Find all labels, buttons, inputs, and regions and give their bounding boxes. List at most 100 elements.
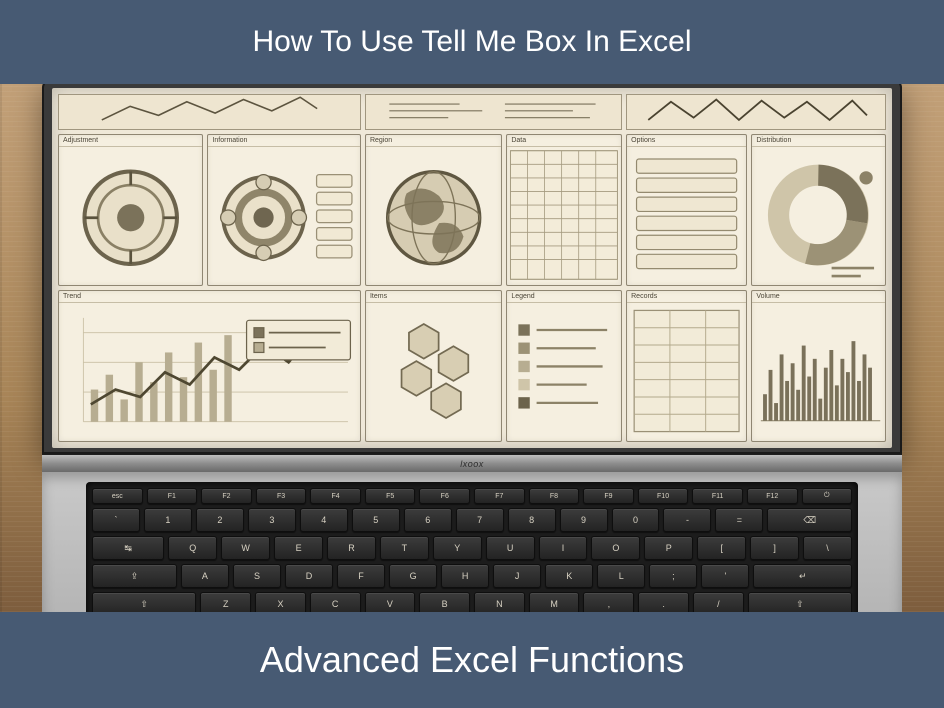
panel-title: Records bbox=[627, 291, 746, 303]
panel-title: Adjustment bbox=[59, 135, 202, 147]
key: F12 bbox=[747, 488, 798, 504]
laptop-hinge: lxᴏᴏx bbox=[42, 454, 902, 472]
panel-title: Trend bbox=[59, 291, 360, 303]
key: F bbox=[337, 564, 385, 588]
panel-title: Region bbox=[366, 135, 501, 147]
key: F5 bbox=[365, 488, 416, 504]
key: 0 bbox=[612, 508, 660, 532]
laptop: Adjustment Information bbox=[42, 84, 902, 612]
bottom-banner-text: Advanced Excel Functions bbox=[260, 639, 684, 681]
panel-title: Information bbox=[208, 135, 360, 147]
panel-title: Legend bbox=[507, 291, 621, 303]
key: 2 bbox=[196, 508, 244, 532]
key: Y bbox=[433, 536, 482, 560]
key: L bbox=[597, 564, 645, 588]
panel-donut-chart: Distribution bbox=[751, 134, 886, 286]
hero-image: Adjustment Information bbox=[0, 84, 944, 612]
key: K bbox=[545, 564, 593, 588]
panel-title: Items bbox=[366, 291, 501, 303]
key: 5 bbox=[352, 508, 400, 532]
bottom-banner: Advanced Excel Functions bbox=[0, 612, 944, 708]
panel-list: Options bbox=[626, 134, 747, 286]
top-banner: How To Use Tell Me Box In Excel bbox=[0, 0, 944, 84]
key: F8 bbox=[529, 488, 580, 504]
key: U bbox=[486, 536, 535, 560]
panel-legend: Legend bbox=[506, 290, 622, 442]
key: ⏻ bbox=[802, 488, 853, 504]
header-text-strip bbox=[365, 94, 622, 130]
key: 8 bbox=[508, 508, 556, 532]
header-chart-left bbox=[58, 94, 361, 130]
key: V bbox=[365, 592, 416, 612]
panel-globe: Region bbox=[365, 134, 502, 286]
key: Z bbox=[200, 592, 251, 612]
key: F10 bbox=[638, 488, 689, 504]
key: B bbox=[419, 592, 470, 612]
key: ⇧ bbox=[92, 592, 196, 612]
key: H bbox=[441, 564, 489, 588]
key: F1 bbox=[147, 488, 198, 504]
panel-dial-2: Information bbox=[207, 134, 361, 286]
key: I bbox=[539, 536, 588, 560]
key: F6 bbox=[419, 488, 470, 504]
panel-bar-chart: Volume bbox=[751, 290, 886, 442]
key: G bbox=[389, 564, 437, 588]
key: R bbox=[327, 536, 376, 560]
top-banner-text: How To Use Tell Me Box In Excel bbox=[252, 25, 691, 59]
key: C bbox=[310, 592, 361, 612]
key: O bbox=[591, 536, 640, 560]
key: 3 bbox=[248, 508, 296, 532]
laptop-logo: lxᴏᴏx bbox=[460, 459, 484, 469]
key: W bbox=[221, 536, 270, 560]
laptop-deck: escF1F2F3F4F5F6F7F8 F 9 F10F11F12⏻ `12345678… bbox=[42, 472, 902, 612]
key: ⇪ bbox=[92, 564, 177, 588]
key: = bbox=[715, 508, 763, 532]
key: , bbox=[583, 592, 634, 612]
keyboard: escF1F2F3F4F5F6F7F8 F 9 F10F11F12⏻ `12345678… bbox=[86, 482, 858, 612]
key: J bbox=[493, 564, 541, 588]
panel-spreadsheet: Data // no-op; grid drawn below via stat… bbox=[506, 134, 622, 286]
key: ↵ bbox=[753, 564, 852, 588]
key: A bbox=[181, 564, 229, 588]
key: 6 bbox=[404, 508, 452, 532]
key: M bbox=[529, 592, 580, 612]
key: Q bbox=[168, 536, 217, 560]
key: F2 bbox=[201, 488, 252, 504]
key: 1 bbox=[144, 508, 192, 532]
panel-title: Options bbox=[627, 135, 746, 147]
key: ` bbox=[92, 508, 140, 532]
panel-title: Data bbox=[507, 135, 621, 147]
key: F7 bbox=[474, 488, 525, 504]
panel-table: Records bbox=[626, 290, 747, 442]
key: \ bbox=[803, 536, 852, 560]
key: 7 bbox=[456, 508, 504, 532]
key: ] bbox=[750, 536, 799, 560]
key: / bbox=[693, 592, 744, 612]
key: ⌫ bbox=[767, 508, 852, 532]
key: 9 bbox=[560, 508, 608, 532]
header-chart-right bbox=[626, 94, 886, 130]
panel-title: Volume bbox=[752, 291, 885, 303]
key: [ bbox=[697, 536, 746, 560]
key: ' bbox=[701, 564, 749, 588]
panel-dial-1: Adjustment bbox=[58, 134, 203, 286]
key: ; bbox=[649, 564, 697, 588]
key: 4 bbox=[300, 508, 348, 532]
key: S bbox=[233, 564, 281, 588]
dashboard-screen: Adjustment Information bbox=[52, 88, 892, 448]
key: D bbox=[285, 564, 333, 588]
key: F3 bbox=[256, 488, 307, 504]
panel-title: Distribution bbox=[752, 135, 885, 147]
key: P bbox=[644, 536, 693, 560]
key: esc bbox=[92, 488, 143, 504]
panel-hex: Items bbox=[365, 290, 502, 442]
key: X bbox=[255, 592, 306, 612]
panel-line-chart: Trend bbox=[58, 290, 361, 442]
key: . bbox=[638, 592, 689, 612]
key: E bbox=[274, 536, 323, 560]
key: T bbox=[380, 536, 429, 560]
key: F4 bbox=[310, 488, 361, 504]
key: ⇧ bbox=[748, 592, 852, 612]
key: F11 bbox=[692, 488, 743, 504]
key: N bbox=[474, 592, 525, 612]
